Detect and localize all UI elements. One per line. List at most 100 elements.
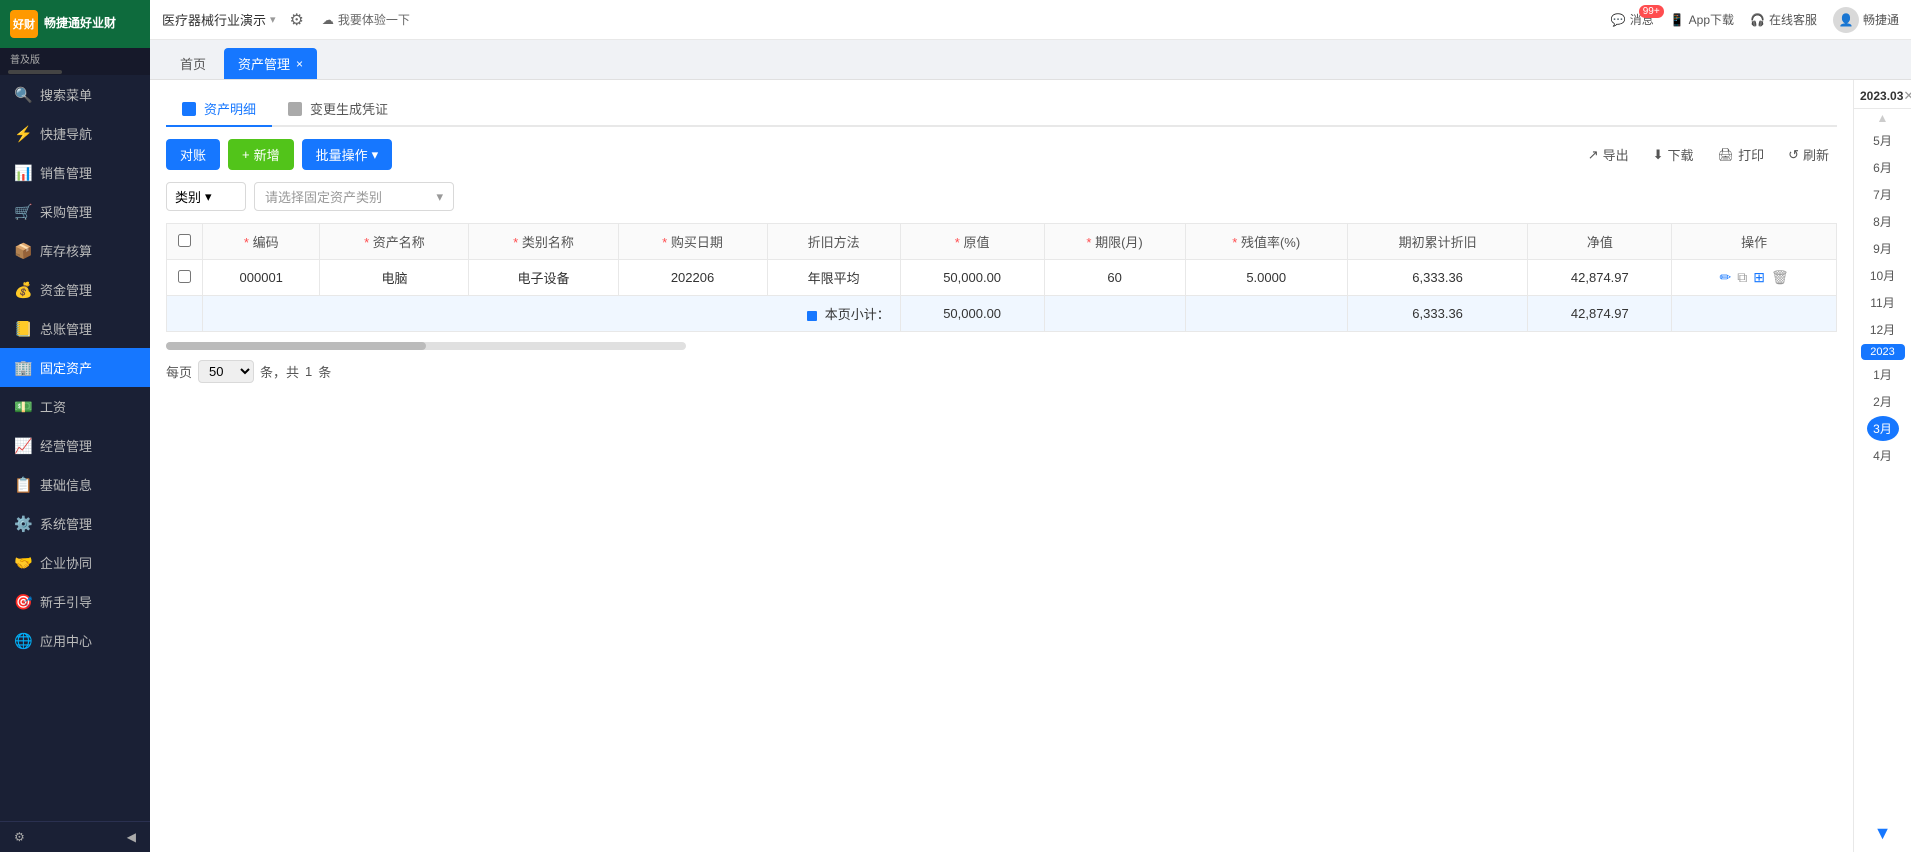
reconcile-button[interactable]: 对账 bbox=[166, 139, 220, 170]
month-prev-5[interactable]: 5月 bbox=[1861, 128, 1905, 153]
messages-button[interactable]: 💬 消息 99+ bbox=[1611, 11, 1654, 28]
export-button[interactable]: ↗ 导出 bbox=[1580, 141, 1637, 168]
header-code: 编码 bbox=[203, 224, 320, 260]
more-button[interactable]: ⊞ bbox=[1753, 269, 1765, 286]
header-period-months: 期限(月) bbox=[1044, 224, 1185, 260]
header-net-value: 净值 bbox=[1528, 224, 1672, 260]
sidebar-item-assets[interactable]: 🏢 固定资产 bbox=[0, 348, 150, 387]
online-service-button[interactable]: 🎧 在线客服 bbox=[1750, 11, 1817, 28]
cell-net-value: 42,874.97 bbox=[1528, 260, 1672, 296]
search-icon: 🔍 bbox=[14, 86, 32, 104]
target-icon: 🎯 bbox=[14, 593, 32, 611]
settings-icon[interactable]: ⚙ bbox=[290, 10, 304, 30]
month-prev-7[interactable]: 7月 bbox=[1861, 182, 1905, 207]
sidebar-footer: ⚙ ◀ bbox=[0, 821, 150, 852]
category-filter-input[interactable]: 请选择固定资产类别 ▾ bbox=[254, 182, 454, 211]
copy-button[interactable]: ⧉ bbox=[1737, 269, 1747, 286]
edit-button[interactable]: ✏ bbox=[1720, 269, 1732, 286]
refresh-button[interactable]: ↺ 刷新 bbox=[1780, 141, 1837, 168]
delete-button[interactable]: 🗑 bbox=[1771, 269, 1789, 286]
sidebar: 好财 畅捷通好业财 普及版 🔍 搜索菜单 ⚡ 快捷导航 📊 销售管理 🛒 采购管… bbox=[0, 0, 150, 852]
user-profile[interactable]: 👤 畅捷通 bbox=[1833, 7, 1899, 33]
tab-home[interactable]: 首页 bbox=[166, 48, 220, 79]
table-scrollbar[interactable] bbox=[166, 342, 1837, 350]
app-name: 畅捷通好业财 bbox=[44, 16, 116, 32]
asset-detail-icon bbox=[182, 102, 196, 116]
messages-badge: 99+ bbox=[1639, 5, 1664, 18]
sidebar-item-appcenter[interactable]: 🌐 应用中心 bbox=[0, 621, 150, 660]
month-cur-1[interactable]: 1月 bbox=[1861, 362, 1905, 387]
sidebar-item-quicknav[interactable]: ⚡ 快捷导航 bbox=[0, 114, 150, 153]
sidebar-item-funds[interactable]: 💰 资金管理 bbox=[0, 270, 150, 309]
print-button[interactable]: 🖨 打印 bbox=[1710, 141, 1773, 168]
header-checkbox-cell bbox=[167, 224, 203, 260]
month-cur-3[interactable]: 3月 bbox=[1867, 416, 1899, 441]
sidebar-item-guide[interactable]: 🎯 新手引导 bbox=[0, 582, 150, 621]
cell-period-months: 60 bbox=[1044, 260, 1185, 296]
sub-tab-asset-detail[interactable]: 资产明细 bbox=[166, 92, 272, 127]
new-button[interactable]: + 新增 bbox=[228, 139, 294, 170]
month-cur-2[interactable]: 2月 bbox=[1861, 389, 1905, 414]
subtotal-label: 本页小计： bbox=[203, 296, 901, 332]
month-prev-10[interactable]: 10月 bbox=[1861, 263, 1905, 288]
page-size-select[interactable]: 50 100 200 bbox=[198, 360, 254, 383]
header-original-value: 原值 bbox=[900, 224, 1044, 260]
header-category: 类别名称 bbox=[469, 224, 618, 260]
subtotal-empty-period bbox=[1044, 296, 1185, 332]
settings-footer-icon[interactable]: ⚙ bbox=[14, 830, 25, 844]
sidebar-item-search[interactable]: 🔍 搜索菜单 bbox=[0, 75, 150, 114]
date-sidebar-controls: ✕ ⤢ bbox=[1903, 88, 1911, 104]
sidebar-item-payroll[interactable]: 💵 工资 bbox=[0, 387, 150, 426]
building-icon: 🏢 bbox=[14, 359, 32, 377]
sidebar-item-purchase[interactable]: 🛒 采购管理 bbox=[0, 192, 150, 231]
select-all-checkbox[interactable] bbox=[178, 234, 191, 247]
month-prev-8[interactable]: 8月 bbox=[1861, 209, 1905, 234]
app-download-button[interactable]: 📱 App下载 bbox=[1670, 11, 1734, 28]
sidebar-item-system[interactable]: ⚙️ 系统管理 bbox=[0, 504, 150, 543]
row-checkbox[interactable] bbox=[178, 270, 191, 283]
category-filter-select[interactable]: 类别 ▾ bbox=[166, 182, 246, 211]
scroll-up-icon[interactable]: ▲ bbox=[1877, 109, 1889, 127]
cart-icon: 🛒 bbox=[14, 203, 32, 221]
globe-icon: 🌐 bbox=[14, 632, 32, 650]
sidebar-item-sales[interactable]: 📊 销售管理 bbox=[0, 153, 150, 192]
company-selector[interactable]: 医疗器械行业演示 ▾ bbox=[162, 10, 276, 29]
cell-actions: ✏ ⧉ ⊞ 🗑 bbox=[1672, 260, 1837, 296]
export-icon: ↗ bbox=[1588, 147, 1599, 163]
lightning-icon: ⚡ bbox=[14, 125, 32, 143]
subtotal-empty-actions bbox=[1672, 296, 1837, 332]
chart-icon: 📊 bbox=[14, 164, 32, 182]
filter-row: 类别 ▾ 请选择固定资产类别 ▾ bbox=[166, 182, 1837, 211]
cell-residual-rate: 5.0000 bbox=[1185, 260, 1347, 296]
refresh-icon: ↺ bbox=[1788, 147, 1799, 163]
cell-name: 电脑 bbox=[320, 260, 469, 296]
row-checkbox-cell bbox=[167, 260, 203, 296]
date-sidebar-bottom-icon[interactable]: ▼ bbox=[1874, 815, 1892, 852]
month-prev-6[interactable]: 6月 bbox=[1861, 155, 1905, 180]
message-icon: 💬 bbox=[1611, 13, 1626, 27]
sub-tabs: 资产明细 变更生成凭证 bbox=[166, 92, 1837, 127]
cell-code: 000001 bbox=[203, 260, 320, 296]
sidebar-item-inventory[interactable]: 📦 库存核算 bbox=[0, 231, 150, 270]
batch-ops-button[interactable]: 批量操作 ▾ bbox=[302, 139, 393, 170]
download-button[interactable]: ⬇ 下载 bbox=[1645, 141, 1702, 168]
sidebar-item-enterprise[interactable]: 🤝 企业协同 bbox=[0, 543, 150, 582]
collapse-icon[interactable]: ◀ bbox=[127, 830, 136, 844]
sub-tab-change-voucher[interactable]: 变更生成凭证 bbox=[272, 92, 404, 127]
header-residual-rate: 残值率(%) bbox=[1185, 224, 1347, 260]
experience-button[interactable]: ☁ 我要体验一下 bbox=[322, 11, 410, 28]
date-sidebar-close-button[interactable]: ✕ bbox=[1903, 88, 1911, 104]
month-prev-11[interactable]: 11月 bbox=[1861, 290, 1905, 315]
month-cur-4[interactable]: 4月 bbox=[1861, 443, 1905, 468]
month-prev-12[interactable]: 12月 bbox=[1861, 317, 1905, 342]
table-row: 000001 电脑 电子设备 202206 年限平均 50,000.00 60 … bbox=[167, 260, 1837, 296]
sidebar-item-ledger[interactable]: 📒 总账管理 bbox=[0, 309, 150, 348]
cell-depreciation-method: 年限平均 bbox=[767, 260, 900, 296]
tab-close-icon[interactable]: × bbox=[296, 57, 303, 71]
month-prev-9[interactable]: 9月 bbox=[1861, 236, 1905, 261]
tab-asset-management[interactable]: 资产管理 × bbox=[224, 48, 317, 79]
plus-icon: + bbox=[242, 147, 250, 162]
sidebar-item-basics[interactable]: 📋 基础信息 bbox=[0, 465, 150, 504]
sidebar-item-operations[interactable]: 📈 经营管理 bbox=[0, 426, 150, 465]
content-main: 资产明细 变更生成凭证 对账 + 新增 批量操作 ▾ bbox=[150, 80, 1853, 852]
